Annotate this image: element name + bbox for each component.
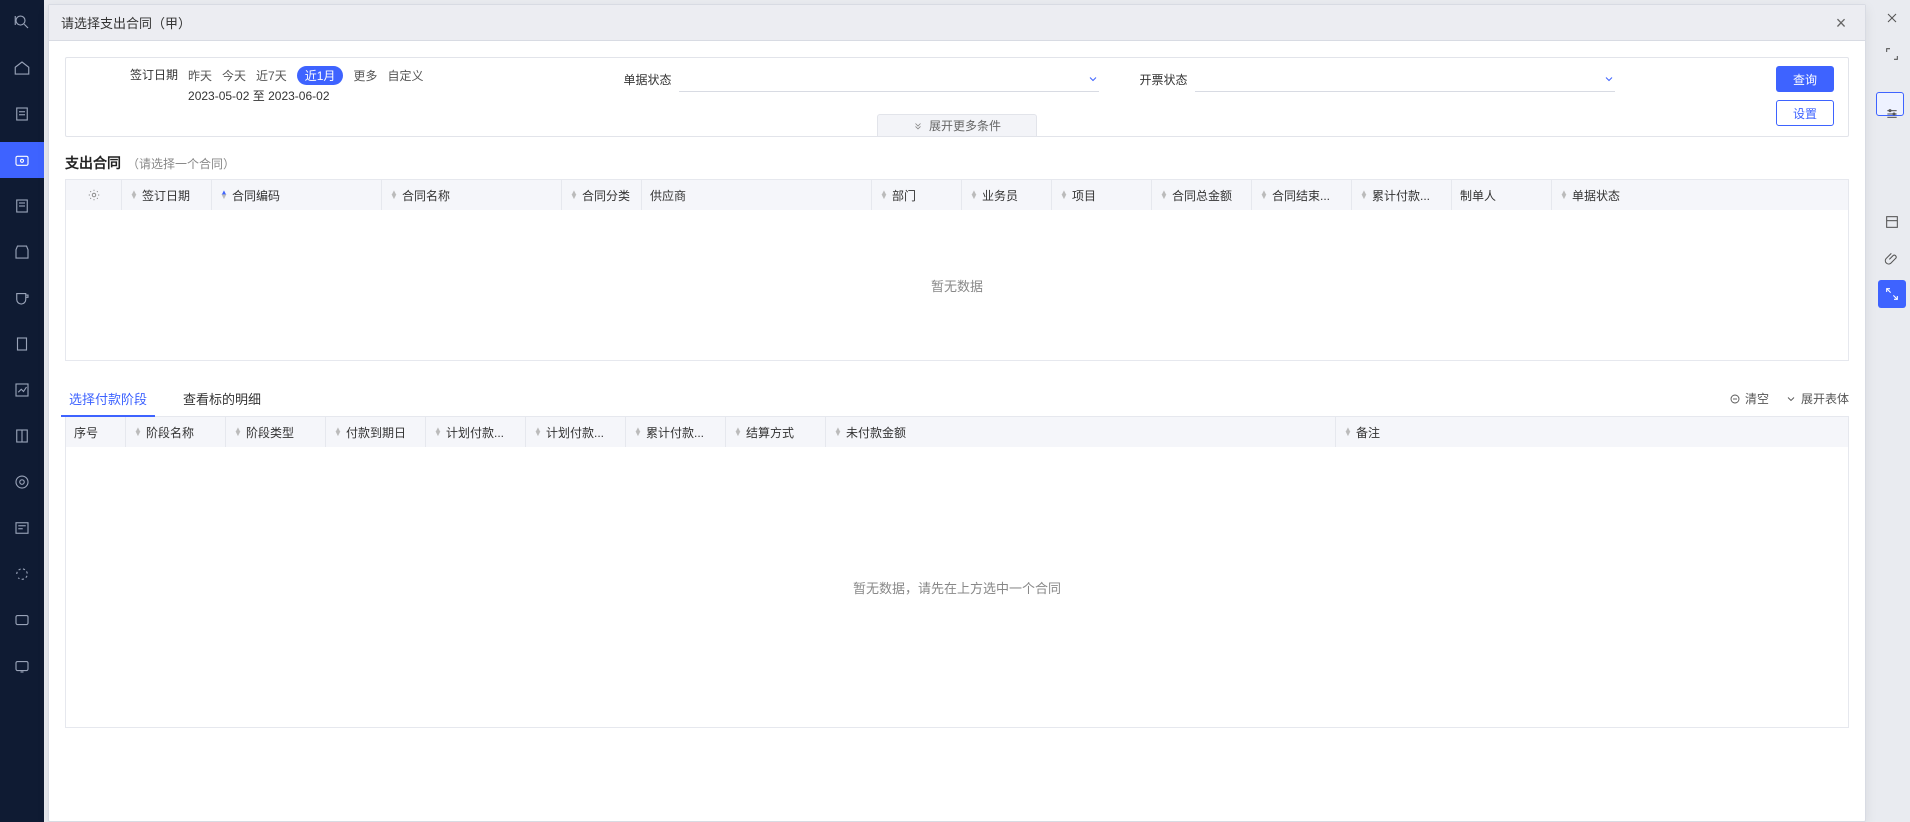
stage-table-empty: 暂无数据，请先在上方选中一个合同 xyxy=(66,447,1848,727)
settings-button[interactable]: 设置 xyxy=(1776,100,1834,126)
rt-panel1-icon[interactable] xyxy=(1878,208,1906,236)
chip-more[interactable]: 更多 xyxy=(353,67,377,84)
rt-settings-icon[interactable] xyxy=(1878,100,1906,128)
col-cum-pay[interactable]: ▲▼累计付款... xyxy=(1352,180,1452,210)
clear-button[interactable]: 清空 xyxy=(1729,390,1769,407)
chevron-down-icon xyxy=(1785,393,1797,405)
nav-building-icon[interactable] xyxy=(0,326,44,362)
contract-table-empty: 暂无数据 xyxy=(66,210,1848,360)
col-total-amount[interactable]: ▲▼合同总金额 xyxy=(1152,180,1252,210)
stage-table-head: 序号 ▲▼阶段名称 ▲▼阶段类型 ▲▼付款到期日 ▲▼计划付款... ▲▼计划付… xyxy=(66,417,1848,447)
contract-table: ▲▼签订日期 ▲▼合同编码 ▲▼合同名称 ▲▼合同分类 供应商 ▲▼部门 ▲▼业… xyxy=(65,179,1849,361)
filter-billstatus-label: 单据状态 xyxy=(623,71,671,88)
col2-unpaid[interactable]: ▲▼未付款金额 xyxy=(826,417,1336,447)
gear-icon xyxy=(87,188,101,202)
filter-signdate-label: 签订日期 xyxy=(130,66,178,83)
nav-tv-icon[interactable] xyxy=(0,648,44,684)
tab-payment-stage[interactable]: 选择付款阶段 xyxy=(65,381,151,416)
modal-header: 请选择支出合同（甲） × xyxy=(49,5,1865,41)
filter-invoicestatus-label: 开票状态 xyxy=(1139,71,1187,88)
chevron-down-icon xyxy=(1087,73,1099,85)
col2-stage-type[interactable]: ▲▼阶段类型 xyxy=(226,417,326,447)
col2-settle[interactable]: ▲▼结算方式 xyxy=(726,417,826,447)
nav-book-icon[interactable] xyxy=(0,418,44,454)
col-sign-date[interactable]: ▲▼签订日期 xyxy=(122,180,212,210)
col-supplier[interactable]: 供应商 xyxy=(642,180,872,210)
chip-today[interactable]: 今天 xyxy=(222,67,246,84)
nav-cup-icon[interactable] xyxy=(0,280,44,316)
col2-plan2[interactable]: ▲▼计划付款... xyxy=(526,417,626,447)
filter-invoicestatus-select[interactable] xyxy=(1195,66,1615,92)
filter-billstatus-select[interactable] xyxy=(679,66,1099,92)
rt-attach-icon[interactable] xyxy=(1878,244,1906,272)
col2-seq[interactable]: 序号 xyxy=(66,417,126,447)
section-hint: （请选择一个合同） xyxy=(127,155,235,172)
section-title: 支出合同 xyxy=(65,153,121,173)
clear-icon xyxy=(1729,393,1741,405)
col2-due-date[interactable]: ▲▼付款到期日 xyxy=(326,417,426,447)
col-contract-code[interactable]: ▲▼合同编码 xyxy=(212,180,382,210)
chip-last1m[interactable]: 近1月 xyxy=(297,66,344,85)
col-dept[interactable]: ▲▼部门 xyxy=(872,180,962,210)
col2-cum-pay[interactable]: ▲▼累计付款... xyxy=(626,417,726,447)
nav-search-icon[interactable] xyxy=(0,4,44,40)
chip-custom[interactable]: 自定义 xyxy=(387,67,423,84)
nav-card-icon[interactable] xyxy=(0,602,44,638)
expand-conditions-button[interactable]: 展开更多条件 xyxy=(877,114,1037,136)
col-end[interactable]: ▲▼合同结束... xyxy=(1252,180,1352,210)
col-gear[interactable] xyxy=(66,180,122,210)
nav-target-icon[interactable] xyxy=(0,464,44,500)
modal-close-button[interactable]: × xyxy=(1829,11,1853,35)
filter-card: 签订日期 昨天 今天 近7天 近1月 更多 自定义 2023 xyxy=(65,57,1849,137)
nav-store-icon[interactable] xyxy=(0,234,44,270)
expand-body-button[interactable]: 展开表体 xyxy=(1785,390,1849,407)
nav-list-icon[interactable] xyxy=(0,188,44,224)
double-chevron-down-icon xyxy=(913,121,923,131)
nav-chart-icon[interactable] xyxy=(0,372,44,408)
query-button[interactable]: 查询 xyxy=(1776,66,1834,92)
chip-last7[interactable]: 近7天 xyxy=(256,67,287,84)
nav-money-icon[interactable] xyxy=(0,142,44,178)
col-salesman[interactable]: ▲▼业务员 xyxy=(962,180,1052,210)
col2-remark[interactable]: ▲▼备注 xyxy=(1336,417,1848,447)
col-contract-cat[interactable]: ▲▼合同分类 xyxy=(562,180,642,210)
select-contract-modal: 请选择支出合同（甲） × 签订日期 昨天 今天 近7天 近1月 xyxy=(48,4,1866,822)
col-contract-name[interactable]: ▲▼合同名称 xyxy=(382,180,562,210)
tab-view-detail[interactable]: 查看标的明细 xyxy=(179,381,265,416)
nav-news-icon[interactable] xyxy=(0,510,44,546)
nav-home-icon[interactable] xyxy=(0,50,44,86)
col-project[interactable]: ▲▼项目 xyxy=(1052,180,1152,210)
left-nav xyxy=(0,0,44,822)
chevron-down-icon xyxy=(1603,73,1615,85)
col2-plan1[interactable]: ▲▼计划付款... xyxy=(426,417,526,447)
right-toolbar xyxy=(1874,0,1910,822)
nav-doc-icon[interactable] xyxy=(0,96,44,132)
modal-title: 请选择支出合同（甲） xyxy=(61,13,191,32)
date-range-display[interactable]: 2023-05-02 至 2023-06-02 xyxy=(188,87,423,104)
rt-close-icon[interactable] xyxy=(1878,4,1906,32)
col-bill-status[interactable]: ▲▼单据状态 xyxy=(1552,180,1848,210)
stage-table: 序号 ▲▼阶段名称 ▲▼阶段类型 ▲▼付款到期日 ▲▼计划付款... ▲▼计划付… xyxy=(65,417,1849,728)
col2-stage-name[interactable]: ▲▼阶段名称 xyxy=(126,417,226,447)
rt-fullscreen-icon[interactable] xyxy=(1878,40,1906,68)
col-maker[interactable]: 制单人 xyxy=(1452,180,1552,210)
rt-expand-icon[interactable] xyxy=(1878,280,1906,308)
contract-table-head: ▲▼签订日期 ▲▼合同编码 ▲▼合同名称 ▲▼合同分类 供应商 ▲▼部门 ▲▼业… xyxy=(66,180,1848,210)
chip-yesterday[interactable]: 昨天 xyxy=(188,67,212,84)
nav-refresh-icon[interactable] xyxy=(0,556,44,592)
